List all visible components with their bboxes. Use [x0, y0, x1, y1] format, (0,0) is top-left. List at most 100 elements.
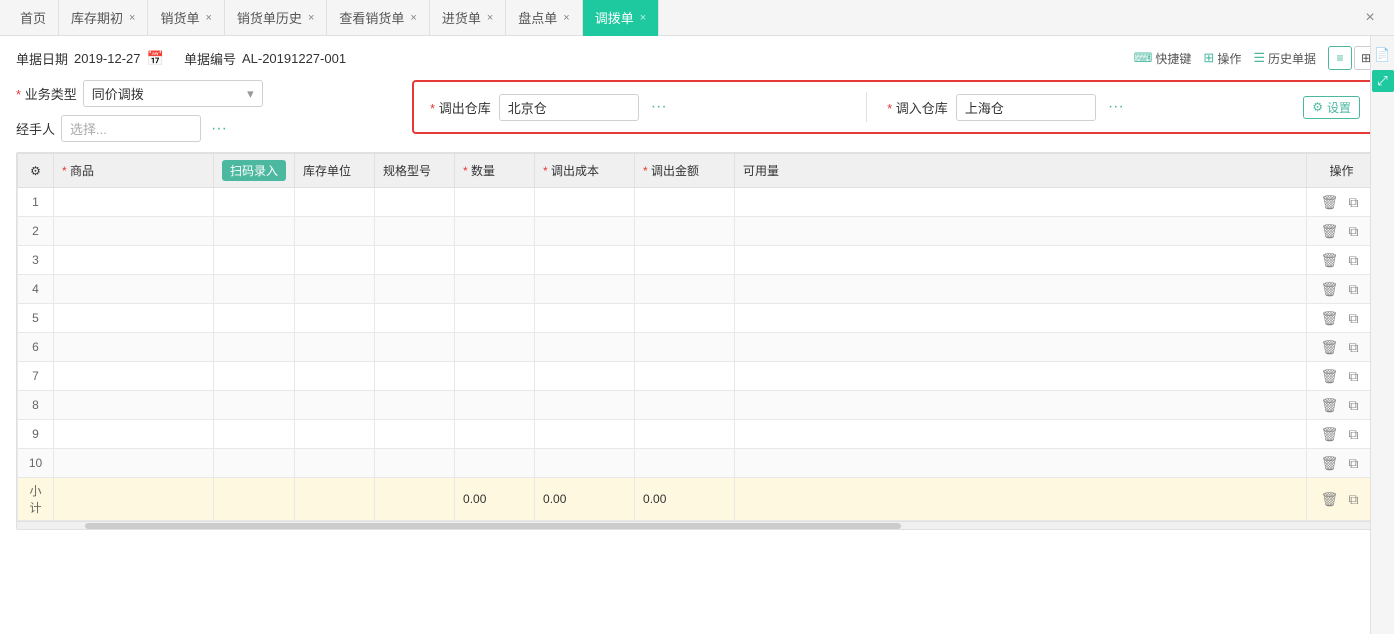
tab-inventory-check[interactable]: 盘点单 ×: [506, 0, 582, 36]
cost-cell[interactable]: [535, 304, 635, 333]
out-warehouse-input[interactable]: 北京仓: [499, 94, 639, 121]
amount-cell[interactable]: [635, 391, 735, 420]
product-cell[interactable]: [54, 246, 214, 275]
amount-cell[interactable]: [635, 362, 735, 391]
tab-sales-history-close[interactable]: ×: [308, 12, 314, 24]
setting-button[interactable]: ⚙ 设置: [1303, 96, 1360, 119]
qty-cell[interactable]: [455, 362, 535, 391]
tab-sales-history[interactable]: 销货单历史 ×: [225, 0, 327, 36]
sidebar-doc-icon[interactable]: 📄: [1372, 44, 1394, 66]
cost-cell[interactable]: [535, 217, 635, 246]
qty-cell[interactable]: [455, 304, 535, 333]
doc-date-value[interactable]: 2019-12-27: [74, 51, 141, 66]
product-cell[interactable]: [54, 333, 214, 362]
copy-icon[interactable]: ⧉: [1344, 395, 1364, 415]
history-link[interactable]: ☰ 历史单据: [1253, 50, 1316, 67]
cost-cell[interactable]: [535, 420, 635, 449]
tab-transfer-order[interactable]: 调拨单 ×: [583, 0, 659, 36]
delete-icon[interactable]: 🗑: [1320, 337, 1340, 357]
amount-cell[interactable]: [635, 449, 735, 478]
copy-icon[interactable]: ⧉: [1344, 337, 1364, 357]
delete-icon[interactable]: 🗑: [1320, 453, 1340, 473]
copy-icon[interactable]: ⧉: [1344, 221, 1364, 241]
operation-link[interactable]: ⊞ 操作: [1203, 50, 1241, 67]
qty-cell[interactable]: [455, 275, 535, 304]
copy-icon[interactable]: ⧉: [1344, 192, 1364, 212]
cost-cell[interactable]: [535, 449, 635, 478]
cost-cell[interactable]: [535, 275, 635, 304]
tab-inventory-check-close[interactable]: ×: [563, 12, 569, 24]
business-type-select[interactable]: 同价调拨 ▾: [83, 80, 263, 107]
qty-cell[interactable]: [455, 188, 535, 217]
cost-cell[interactable]: [535, 246, 635, 275]
copy-icon[interactable]: ⧉: [1344, 489, 1364, 509]
horizontal-scrollbar[interactable]: [17, 521, 1377, 529]
product-cell[interactable]: [54, 188, 214, 217]
delete-icon[interactable]: 🗑: [1320, 192, 1340, 212]
qty-cell[interactable]: [455, 449, 535, 478]
product-cell[interactable]: [54, 275, 214, 304]
qty-cell[interactable]: [455, 333, 535, 362]
tab-transfer-order-close[interactable]: ×: [640, 12, 646, 24]
amount-cell[interactable]: [635, 304, 735, 333]
tab-sales-order[interactable]: 销货单 ×: [148, 0, 224, 36]
delete-icon[interactable]: 🗑: [1320, 308, 1340, 328]
right-sidebar: 📄 ⤢: [1370, 36, 1394, 634]
amount-cell[interactable]: [635, 188, 735, 217]
cost-cell[interactable]: [535, 333, 635, 362]
tab-purchase-order-close[interactable]: ×: [487, 12, 493, 24]
qty-cell[interactable]: [455, 420, 535, 449]
delete-icon[interactable]: 🗑: [1320, 221, 1340, 241]
copy-icon[interactable]: ⧉: [1344, 308, 1364, 328]
amount-cell[interactable]: [635, 420, 735, 449]
copy-icon[interactable]: ⧉: [1344, 453, 1364, 473]
delete-icon[interactable]: 🗑: [1320, 366, 1340, 386]
delete-icon[interactable]: 🗑: [1320, 424, 1340, 444]
sidebar-expand-icon[interactable]: ⤢: [1372, 70, 1394, 92]
delete-icon[interactable]: 🗑: [1320, 395, 1340, 415]
cost-cell[interactable]: [535, 391, 635, 420]
tab-home[interactable]: 首页: [8, 0, 59, 36]
tab-purchase-order[interactable]: 进货单 ×: [430, 0, 506, 36]
amount-cell[interactable]: [635, 246, 735, 275]
amount-cell[interactable]: [635, 275, 735, 304]
copy-icon[interactable]: ⧉: [1344, 250, 1364, 270]
scrollbar-thumb[interactable]: [85, 523, 901, 529]
tab-view-sales[interactable]: 查看销货单 ×: [327, 0, 429, 36]
tab-inventory-init-close[interactable]: ×: [129, 12, 135, 24]
amount-cell[interactable]: [635, 333, 735, 362]
product-cell[interactable]: [54, 217, 214, 246]
tab-view-sales-close[interactable]: ×: [410, 12, 416, 24]
product-cell[interactable]: [54, 391, 214, 420]
product-cell[interactable]: [54, 449, 214, 478]
cost-cell[interactable]: [535, 362, 635, 391]
delete-icon[interactable]: 🗑: [1320, 250, 1340, 270]
copy-icon[interactable]: ⧉: [1344, 424, 1364, 444]
product-cell[interactable]: [54, 478, 214, 521]
delete-icon[interactable]: 🗑: [1320, 489, 1340, 509]
qty-cell[interactable]: [455, 246, 535, 275]
qty-cell[interactable]: [455, 217, 535, 246]
product-cell[interactable]: [54, 304, 214, 333]
shortcut-link[interactable]: ⌨ 快捷键: [1134, 50, 1192, 67]
handler-more-icon[interactable]: ···: [211, 120, 227, 138]
delete-icon[interactable]: 🗑: [1320, 279, 1340, 299]
calendar-icon[interactable]: 📅: [147, 50, 164, 67]
cost-cell[interactable]: [535, 188, 635, 217]
in-warehouse-input[interactable]: 上海仓: [956, 94, 1096, 121]
scan-button[interactable]: 扫码录入: [222, 160, 286, 181]
copy-icon[interactable]: ⧉: [1344, 279, 1364, 299]
product-cell[interactable]: [54, 420, 214, 449]
window-close-button[interactable]: ×: [1354, 2, 1386, 34]
out-warehouse-more-icon[interactable]: ···: [651, 98, 667, 116]
product-cell[interactable]: [54, 362, 214, 391]
handler-input[interactable]: 选择...: [61, 115, 201, 142]
qty-cell[interactable]: [455, 391, 535, 420]
amount-cell[interactable]: [635, 217, 735, 246]
layout-list-btn[interactable]: ≡: [1328, 46, 1352, 70]
gear-icon-header[interactable]: ⚙: [30, 164, 41, 178]
tab-sales-order-close[interactable]: ×: [205, 12, 211, 24]
tab-inventory-init[interactable]: 库存期初 ×: [59, 0, 148, 36]
in-warehouse-more-icon[interactable]: ···: [1108, 98, 1124, 116]
copy-icon[interactable]: ⧉: [1344, 366, 1364, 386]
